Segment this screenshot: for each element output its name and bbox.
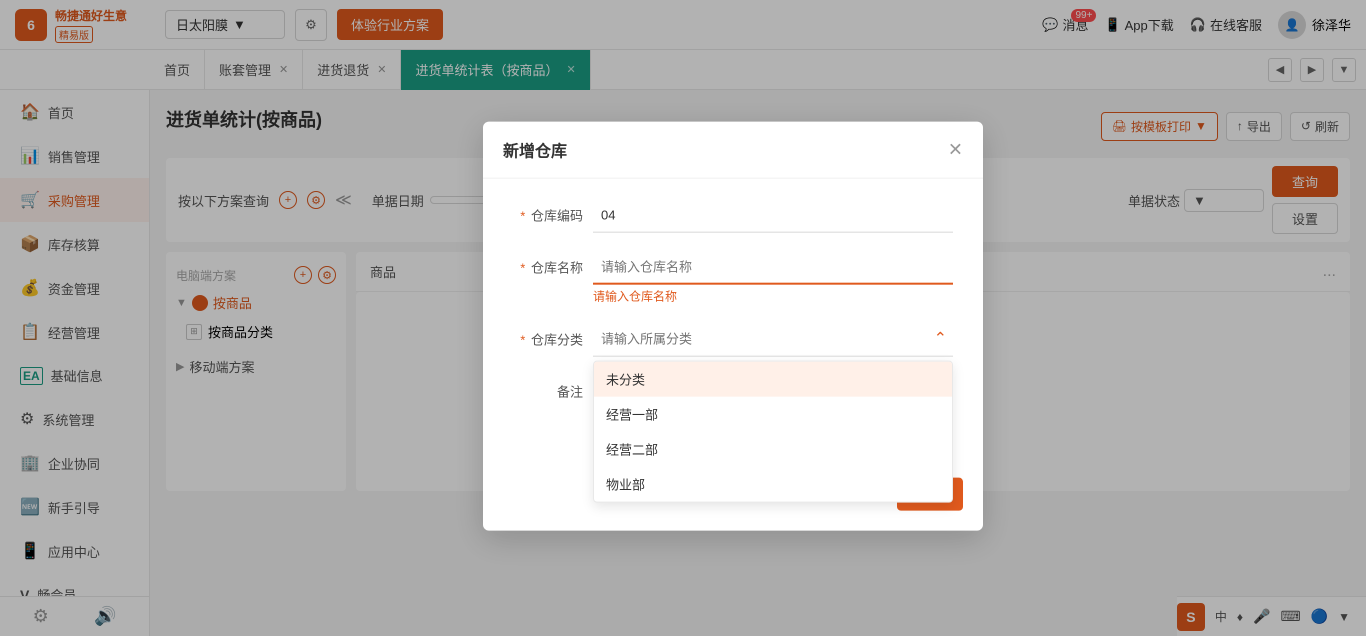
- code-input[interactable]: [593, 199, 953, 233]
- category-dropdown-list: 未分类 经营一部 经营二部 物业部: [593, 361, 953, 503]
- category-input[interactable]: [593, 323, 953, 357]
- category-dropdown-icon[interactable]: ⌃: [934, 329, 947, 349]
- modal-close-button[interactable]: ✕: [948, 141, 963, 159]
- category-field-wrap: ⌃ 未分类 经营一部 经营二部 物业部: [593, 323, 953, 357]
- dropdown-item-property[interactable]: 物业部: [594, 467, 952, 502]
- modal-body: * 仓库编码 * 仓库名称 请输入仓库名称 * 仓库分类: [483, 179, 983, 466]
- dropdown-item-unclassified[interactable]: 未分类: [594, 362, 952, 397]
- modal-header: 新增仓库 ✕: [483, 122, 983, 179]
- name-label: * 仓库名称: [513, 251, 593, 277]
- form-row-name: * 仓库名称 请输入仓库名称: [513, 251, 953, 305]
- name-error-msg: 请输入仓库名称: [593, 288, 953, 305]
- modal-title: 新增仓库: [503, 138, 567, 162]
- add-warehouse-modal: 新增仓库 ✕ * 仓库编码 * 仓库名称 请输入仓库名称: [483, 122, 983, 531]
- form-row-code: * 仓库编码: [513, 199, 953, 233]
- name-input[interactable]: [593, 251, 953, 285]
- code-field-wrap: [593, 199, 953, 233]
- code-label: * 仓库编码: [513, 199, 593, 225]
- remarks-label: 备注: [513, 375, 593, 401]
- name-field-wrap: 请输入仓库名称: [593, 251, 953, 305]
- dropdown-item-dept2[interactable]: 经营二部: [594, 432, 952, 467]
- form-row-category: * 仓库分类 ⌃ 未分类 经营一部 经营二部 物业部: [513, 323, 953, 357]
- dropdown-item-dept1[interactable]: 经营一部: [594, 397, 952, 432]
- category-label: * 仓库分类: [513, 323, 593, 349]
